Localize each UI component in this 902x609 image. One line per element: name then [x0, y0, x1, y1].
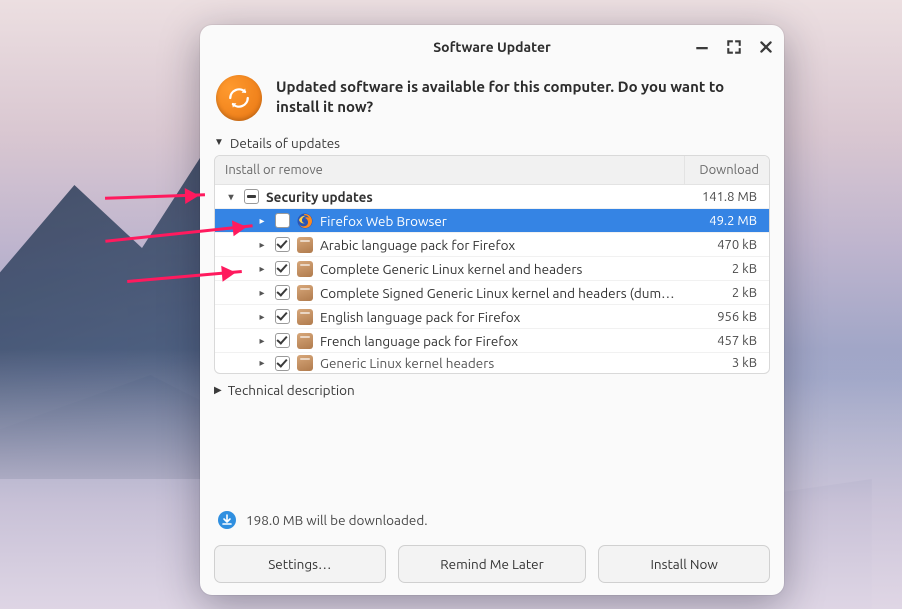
chevron-down-icon[interactable]: ▾	[225, 191, 237, 203]
update-size: 457 kB	[685, 334, 769, 348]
chevron-right-icon[interactable]: ▸	[256, 239, 268, 251]
column-download[interactable]: Download	[685, 156, 769, 184]
package-icon	[297, 237, 313, 253]
download-summary: 198.0 MB will be downloaded.	[246, 512, 428, 528]
list-header: Install or remove Download	[215, 156, 769, 185]
update-label: Firefox Web Browser	[320, 213, 447, 229]
updater-window: Software Updater Updated software is a	[200, 25, 784, 595]
install-now-button[interactable]: Install Now	[598, 545, 770, 583]
package-icon	[297, 261, 313, 277]
download-summary-row: 198.0 MB will be downloaded.	[214, 503, 770, 543]
update-row[interactable]: ▸ English language pack for Firefox 956 kB	[215, 305, 769, 329]
package-icon	[297, 355, 313, 371]
update-label: French language pack for Firefox	[320, 333, 518, 349]
update-row[interactable]: ▸ Complete Signed Generic Linux kernel an…	[215, 281, 769, 305]
checkbox-checked[interactable]	[275, 309, 290, 324]
update-size: 956 kB	[685, 310, 769, 324]
checkbox-checked[interactable]	[275, 356, 290, 371]
update-size: 49.2 MB	[685, 214, 769, 228]
chevron-right-icon[interactable]: ▸	[256, 287, 268, 299]
technical-label: Technical description	[228, 382, 355, 398]
update-label: English language pack for Firefox	[320, 309, 520, 325]
update-size: 3 kB	[685, 356, 769, 370]
close-button[interactable]	[758, 39, 774, 55]
chevron-down-icon: ▼	[214, 136, 224, 148]
update-size: 2 kB	[685, 286, 769, 300]
details-disclosure[interactable]: ▼ Details of updates	[214, 129, 770, 155]
window-title: Software Updater	[433, 39, 551, 55]
package-icon	[297, 333, 313, 349]
package-icon	[297, 309, 313, 325]
chevron-right-icon: ▶	[214, 384, 222, 396]
update-label: Complete Signed Generic Linux kernel and…	[320, 285, 685, 301]
checkbox-checked[interactable]	[275, 285, 290, 300]
group-title: Security updates	[266, 189, 373, 205]
update-size: 470 kB	[685, 238, 769, 252]
update-row[interactable]: ▸ French language pack for Firefox 457 kB	[215, 329, 769, 353]
titlebar: Software Updater	[200, 25, 784, 69]
settings-button[interactable]: Settings…	[214, 545, 386, 583]
technical-disclosure[interactable]: ▶ Technical description	[214, 374, 770, 398]
download-icon	[218, 511, 236, 529]
group-size: 141.8 MB	[685, 190, 769, 204]
minimize-button[interactable]	[694, 39, 710, 55]
update-label: Arabic language pack for Firefox	[320, 237, 515, 253]
chevron-right-icon[interactable]: ▸	[256, 335, 268, 347]
details-label: Details of updates	[230, 135, 340, 151]
header-text: Updated software is available for this c…	[276, 75, 768, 118]
update-label: Generic Linux kernel headers	[320, 355, 494, 371]
chevron-right-icon[interactable]: ▸	[256, 215, 268, 227]
checkbox-unchecked[interactable]	[275, 213, 290, 228]
checkbox-checked[interactable]	[275, 333, 290, 348]
checkbox-checked[interactable]	[275, 261, 290, 276]
chevron-right-icon[interactable]: ▸	[256, 357, 268, 369]
checkbox-mixed[interactable]	[244, 189, 259, 204]
update-row[interactable]: ▸ Complete Generic Linux kernel and heade…	[215, 257, 769, 281]
chevron-right-icon[interactable]: ▸	[256, 311, 268, 323]
package-icon	[297, 285, 313, 301]
update-label: Complete Generic Linux kernel and header…	[320, 261, 582, 277]
checkbox-checked[interactable]	[275, 237, 290, 252]
column-install[interactable]: Install or remove	[215, 156, 685, 184]
update-row[interactable]: ▸ Generic Linux kernel headers 3 kB	[215, 353, 769, 373]
header-row: Updated software is available for this c…	[214, 69, 770, 129]
update-row[interactable]: ▸ Arabic language pack for Firefox 470 kB	[215, 233, 769, 257]
chevron-right-icon[interactable]: ▸	[256, 263, 268, 275]
update-row[interactable]: ▸ Firefox Web Browser 49.2 MB	[215, 209, 769, 233]
updates-list: Install or remove Download ▾ Security up…	[214, 155, 770, 374]
maximize-button[interactable]	[726, 39, 742, 55]
remind-later-button[interactable]: Remind Me Later	[398, 545, 587, 583]
update-size: 2 kB	[685, 262, 769, 276]
updates-available-icon	[216, 75, 262, 121]
group-security-updates[interactable]: ▾ Security updates 141.8 MB	[215, 185, 769, 209]
